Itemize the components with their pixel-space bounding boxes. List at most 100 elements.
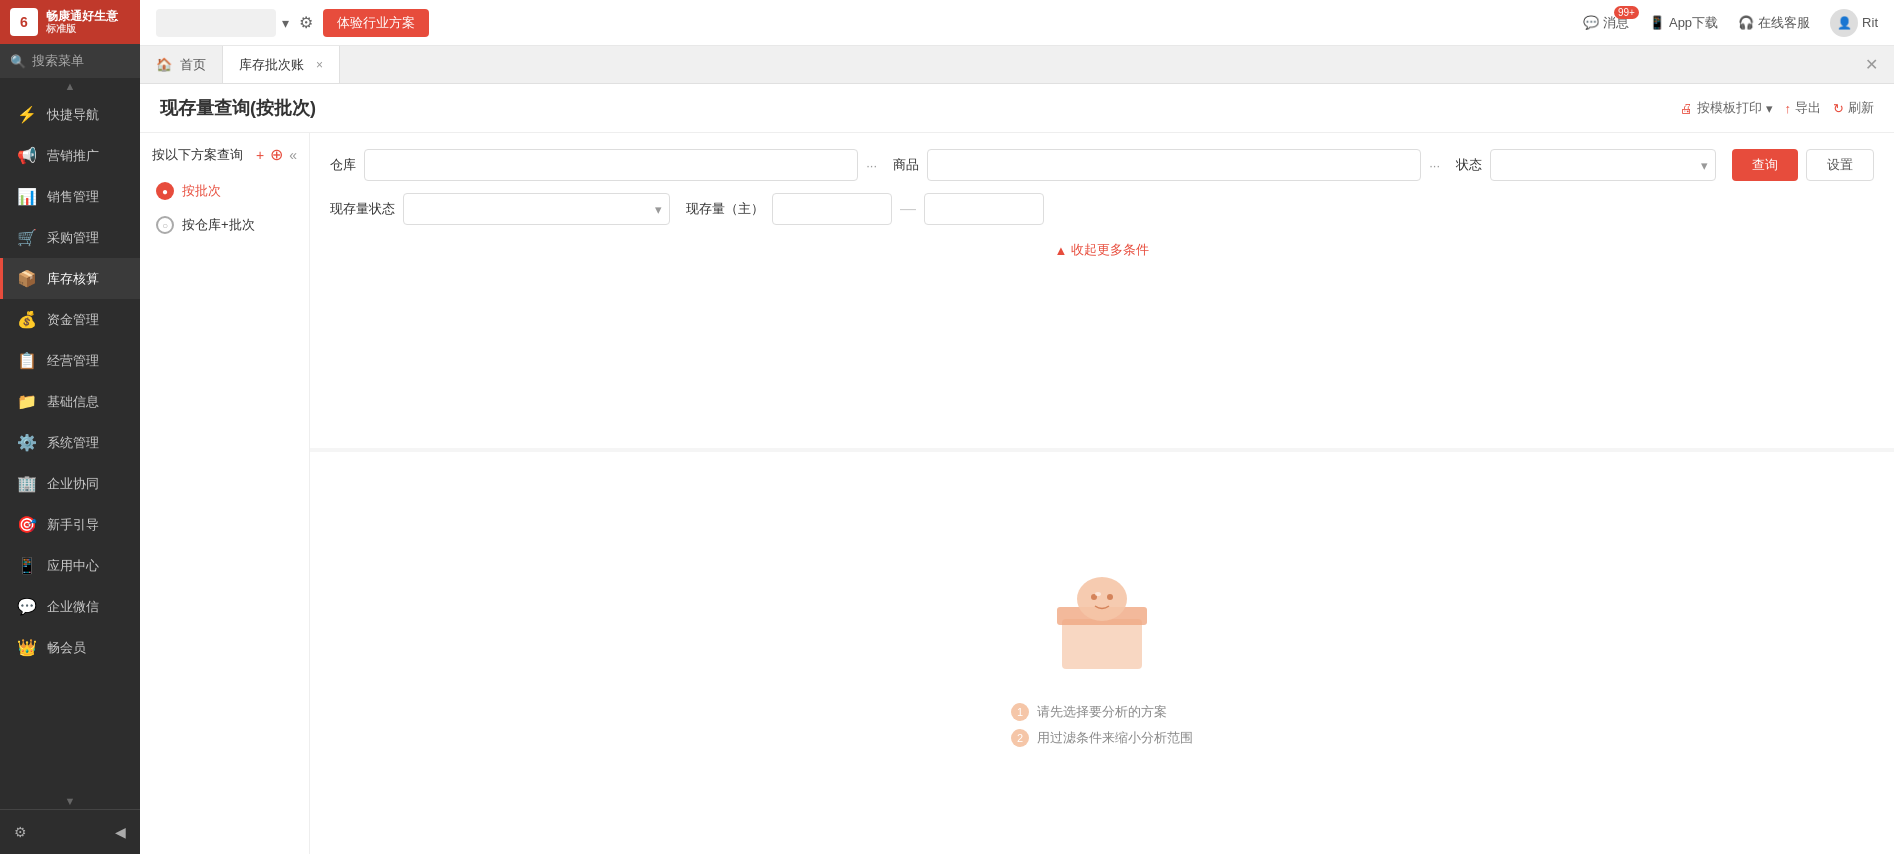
sidebar-collapse-icon[interactable]: ◀: [111, 820, 130, 844]
sidebar-scroll-up-icon[interactable]: ▲: [65, 80, 76, 92]
hint-num-2: 2: [1011, 729, 1029, 747]
product-label: 商品: [893, 156, 919, 174]
message-icon: 💬: [1583, 15, 1599, 30]
sidebar-item-label: 快捷导航: [47, 106, 99, 124]
tab-home-label: 首页: [180, 56, 206, 74]
collapse-conditions-button[interactable]: ▲ 收起更多条件: [330, 237, 1874, 259]
hint-text-2: 用过滤条件来缩小分析范围: [1037, 729, 1193, 747]
filter-area: 仓库 ··· 商品 ··· 状态: [310, 133, 1894, 448]
empty-svg: [1042, 559, 1162, 679]
inventory-status-select-wrapper: 全部 有库存 无库存 ▾: [403, 193, 670, 225]
tab-inventory-batch[interactable]: 库存批次账 ×: [223, 46, 340, 83]
inventory-icon: 📦: [17, 269, 37, 288]
sidebar-item-app-center[interactable]: 📱 应用中心: [0, 545, 140, 586]
sidebar-search[interactable]: 🔍 搜索菜单: [0, 44, 140, 78]
tab-close-icon[interactable]: ×: [316, 58, 323, 72]
export-icon: ↑: [1785, 101, 1792, 116]
settings-button[interactable]: 设置: [1806, 149, 1874, 181]
inventory-status-filter-group: 现存量状态 全部 有库存 无库存 ▾: [330, 193, 670, 225]
sidebar-scroll-down-icon[interactable]: ▼: [65, 795, 76, 807]
inventory-qty-min-input[interactable]: [772, 193, 892, 225]
print-button[interactable]: 🖨 按模板打印 ▾: [1680, 99, 1773, 117]
sidebar-item-label: 应用中心: [47, 557, 99, 575]
sidebar-item-label: 企业微信: [47, 598, 99, 616]
topbar-gear-icon[interactable]: ⚙: [299, 13, 313, 32]
page-header-actions: 🖨 按模板打印 ▾ ↑ 导出 ↻ 刷新: [1680, 99, 1875, 117]
topbar-dropdown-icon[interactable]: ▾: [282, 15, 289, 31]
hint-text-1: 请先选择要分析的方案: [1037, 703, 1167, 721]
sidebar-item-system[interactable]: ⚙️ 系统管理: [0, 422, 140, 463]
sidebar-item-finance[interactable]: 💰 资金管理: [0, 299, 140, 340]
scheme-item-by-batch[interactable]: ● 按批次: [140, 174, 309, 208]
sidebar-item-inventory[interactable]: 📦 库存核算: [0, 258, 140, 299]
sidebar-item-basic[interactable]: 📁 基础信息: [0, 381, 140, 422]
main-area: ▾ ⚙ 体验行业方案 💬 消息 99+ 📱 App下载 🎧 在线客服 👤: [140, 0, 1894, 854]
right-panel: 仓库 ··· 商品 ··· 状态: [310, 133, 1894, 854]
topbar-search-input[interactable]: [156, 9, 276, 37]
tab-close-right-icon[interactable]: ✕: [1849, 46, 1894, 83]
inventory-qty-filter-group: 现存量（主） —: [686, 193, 1046, 225]
user-avatar: 👤: [1830, 9, 1858, 37]
sidebar-item-label: 企业协同: [47, 475, 99, 493]
status-label: 状态: [1456, 156, 1482, 174]
company-info: 畅康通好生意 标准版: [46, 9, 118, 35]
scheme-header-label: 按以下方案查询: [152, 146, 243, 164]
sales-icon: 📊: [17, 187, 37, 206]
warehouse-label: 仓库: [330, 156, 356, 174]
refresh-icon: ↻: [1833, 101, 1844, 116]
warehouse-input[interactable]: [364, 149, 858, 181]
scheme-item-by-warehouse-batch[interactable]: ○ 按仓库+批次: [140, 208, 309, 242]
marketing-icon: 📢: [17, 146, 37, 165]
user-profile[interactable]: 👤 Rit: [1830, 9, 1878, 37]
query-button[interactable]: 查询: [1732, 149, 1798, 181]
sidebar-item-label: 新手引导: [47, 516, 99, 534]
scheme-collapse-icon[interactable]: «: [289, 147, 297, 163]
operations-icon: 📋: [17, 351, 37, 370]
sidebar-item-quick-nav[interactable]: ⚡ 快捷导航: [0, 94, 140, 135]
online-service-action[interactable]: 🎧 在线客服: [1738, 14, 1810, 32]
sidebar-item-marketing[interactable]: 📢 营销推广: [0, 135, 140, 176]
print-dropdown-icon[interactable]: ▾: [1766, 101, 1773, 116]
topbar: ▾ ⚙ 体验行业方案 💬 消息 99+ 📱 App下载 🎧 在线客服 👤: [140, 0, 1894, 46]
sidebar-item-purchase[interactable]: 🛒 采购管理: [0, 217, 140, 258]
search-icon: 🔍: [10, 54, 26, 69]
scheme-item-by-batch-label: 按批次: [182, 182, 221, 200]
product-filter-group: 商品 ···: [893, 149, 1440, 181]
sidebar-item-newbie[interactable]: 🎯 新手引导: [0, 504, 140, 545]
scheme-panel: 按以下方案查询 + ⊕ « ● 按批次 ○: [140, 133, 310, 854]
export-button[interactable]: ↑ 导出: [1785, 99, 1822, 117]
scheme-settings-icon[interactable]: ⊕: [270, 145, 283, 164]
sidebar-nav: ⚡ 快捷导航 📢 营销推广 📊 销售管理 🛒 采购管理 📦 库存核算 💰 资金管…: [0, 94, 140, 793]
refresh-button[interactable]: ↻ 刷新: [1833, 99, 1874, 117]
status-select-wrapper: 全部 正常 禁用 ▾: [1490, 149, 1716, 181]
empty-hints: 1 请先选择要分析的方案 2 用过滤条件来缩小分析范围: [1011, 703, 1193, 747]
message-action[interactable]: 💬 消息 99+: [1583, 14, 1629, 32]
system-icon: ⚙️: [17, 433, 37, 452]
inventory-qty-max-input[interactable]: [924, 193, 1044, 225]
product-input[interactable]: [927, 149, 1421, 181]
content-body: 按以下方案查询 + ⊕ « ● 按批次 ○: [140, 133, 1894, 854]
print-label: 按模板打印: [1697, 99, 1762, 117]
sidebar-settings-icon[interactable]: ⚙: [10, 820, 31, 844]
experience-button[interactable]: 体验行业方案: [323, 9, 429, 37]
tab-home[interactable]: 🏠 首页: [140, 46, 223, 83]
inventory-status-select[interactable]: 全部 有库存 无库存: [403, 193, 670, 225]
sidebar-item-enterprise[interactable]: 🏢 企业协同: [0, 463, 140, 504]
app-download-action[interactable]: 📱 App下载: [1649, 14, 1718, 32]
print-icon: 🖨: [1680, 101, 1693, 116]
sidebar-item-sales[interactable]: 📊 销售管理: [0, 176, 140, 217]
headset-icon: 🎧: [1738, 15, 1754, 30]
sidebar-item-operations[interactable]: 📋 经营管理: [0, 340, 140, 381]
scheme-add-icon[interactable]: +: [256, 147, 264, 163]
topbar-search-area: ▾: [156, 9, 289, 37]
quick-nav-icon: ⚡: [17, 105, 37, 124]
sidebar-item-wechat[interactable]: 💬 企业微信: [0, 586, 140, 627]
warehouse-more-icon[interactable]: ···: [866, 158, 877, 173]
scheme-active-indicator: ●: [156, 182, 174, 200]
status-select[interactable]: 全部 正常 禁用: [1490, 149, 1716, 181]
sidebar-item-member[interactable]: 👑 畅会员: [0, 627, 140, 668]
empty-state: 1 请先选择要分析的方案 2 用过滤条件来缩小分析范围: [310, 452, 1894, 855]
username-label: Rit: [1862, 15, 1878, 30]
product-more-icon[interactable]: ···: [1429, 158, 1440, 173]
empty-hint-2: 2 用过滤条件来缩小分析范围: [1011, 729, 1193, 747]
